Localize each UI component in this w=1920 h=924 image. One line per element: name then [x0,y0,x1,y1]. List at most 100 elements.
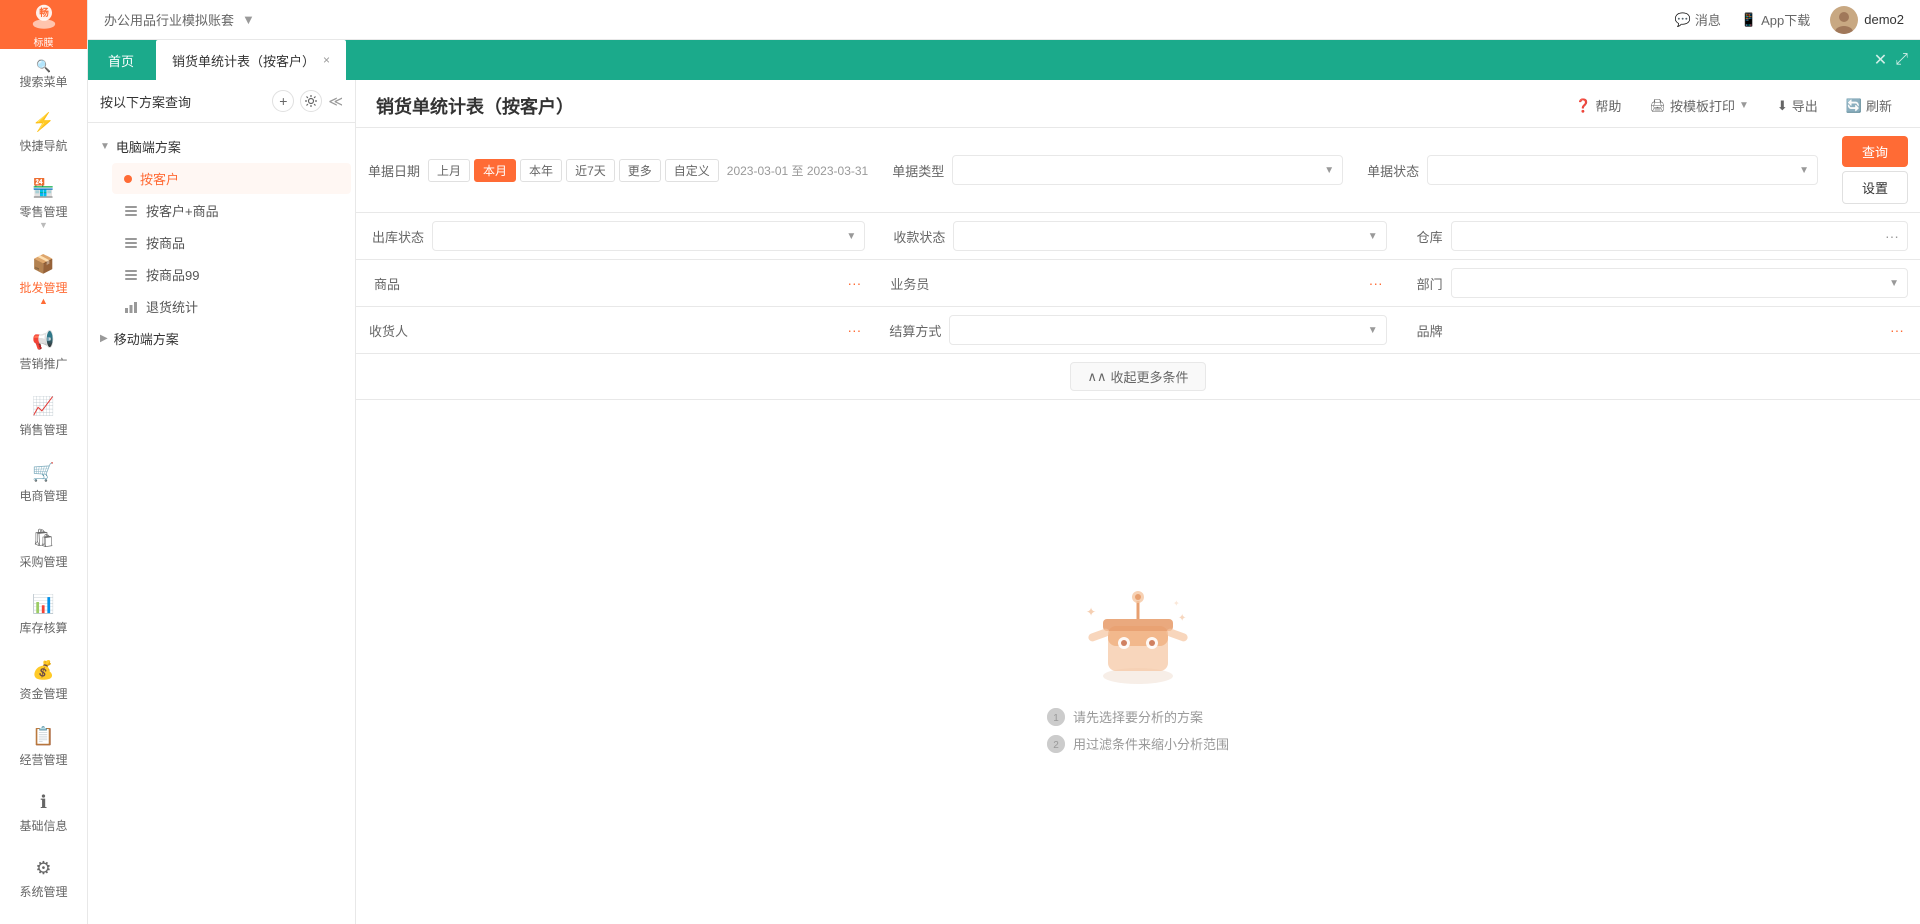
settings-btn[interactable]: 设置 [1842,171,1908,204]
salesperson-ellipsis[interactable]: ··· [1369,275,1383,291]
right-panel: 销货单统计表（按客户） ❓ 帮助 🖨 按模板打印 ▼ ⬇ 导出 [356,80,1920,924]
sidebar-item-wholesale[interactable]: 📦 批发管理 ▲ [0,242,88,318]
scheme-collapse-icon[interactable]: ≪ [328,93,343,110]
order-type-select[interactable]: ▼ [952,155,1343,185]
date-btn-this-month[interactable]: 本月 [474,159,516,182]
department-select[interactable]: ▼ [1451,268,1908,298]
warehouse-input[interactable]: ··· [1451,221,1908,251]
tip-num-1: 1 [1047,708,1065,726]
brand-input[interactable]: ··· [1451,315,1908,345]
settlement-select[interactable]: ▼ [949,315,1386,345]
empty-state: ✦ ✦ ✦ 1 请先选择要分析的方案 2 [356,400,1920,924]
quick-nav-icon: ⚡ [32,112,54,133]
main-content: 办公用品行业模拟账套 ▼ 💬 消息 📱 App下载 de [88,0,1920,924]
group-collapse-icon: ▶ [100,333,108,344]
scheme-settings-btn[interactable] [300,90,322,112]
wholesale-icon: 📦 [32,254,54,275]
sidebar-item-label-quick-nav: 快捷导航 [19,137,67,154]
sidebar-item-system[interactable]: ⚙ 系统管理 [0,846,88,912]
empty-tip-1-text: 请先选择要分析的方案 [1073,707,1203,726]
svg-text:✦: ✦ [1173,599,1180,608]
message-icon: 💬 [1675,12,1691,28]
sidebar-item-collab[interactable]: 🤝 企业协同 [0,912,88,924]
payment-status-select[interactable]: ▼ [953,221,1386,251]
sidebar-item-quick-nav[interactable]: ⚡ 快捷导航 [0,100,88,166]
page-header: 销货单统计表（按客户） ❓ 帮助 🖨 按模板打印 ▼ ⬇ 导出 [356,80,1920,128]
goods-ellipsis[interactable]: ··· [847,275,861,291]
order-status-select[interactable]: ▼ [1427,155,1818,185]
tab-active[interactable]: 销货单统计表（按客户） × [156,40,346,80]
consignee-label: 收货人 [368,321,408,340]
scheme-item-by-goods99[interactable]: 按商品99 [112,259,351,290]
sidebar-item-label-retail: 零售管理 [19,203,67,220]
goods-input[interactable]: ··· [408,268,865,298]
warehouse-cell: 仓库 ··· [1399,213,1920,259]
date-btn-last-month[interactable]: 上月 [428,159,470,182]
message-label: 消息 [1695,10,1721,29]
scheme-group-header-mobile[interactable]: ▶ 移动端方案 [88,323,355,354]
settlement-label: 结算方式 [889,321,941,340]
scheme-group-header-desktop[interactable]: ▼ 电脑端方案 [88,131,355,162]
date-btn-more[interactable]: 更多 [619,159,661,182]
logo[interactable]: 畅 标膜 [0,0,88,49]
date-btn-7days[interactable]: 近7天 [566,159,615,182]
salesperson-input[interactable]: ··· [937,268,1386,298]
date-btn-custom[interactable]: 自定义 [665,159,719,182]
sidebar-item-finance[interactable]: 💰 资金管理 [0,648,88,714]
consignee-input[interactable]: ··· [416,315,865,345]
active-dot-icon [124,175,132,183]
filter-row-3: 商品 ··· 业务员 ··· 部门 [356,260,1920,307]
sidebar-item-operations[interactable]: 📋 经营管理 [0,714,88,780]
order-type-cell: 单据类型 ▼ [880,128,1355,212]
scheme-list: ▼ 电脑端方案 按客户 按客户+商品 [88,123,355,924]
tab-close-window-btn[interactable]: ✕ [1874,50,1887,70]
collapse-btn[interactable]: ∧∧ 收起更多条件 [1070,362,1205,391]
warehouse-ellipsis[interactable]: ··· [1885,228,1899,244]
query-btn[interactable]: 查询 [1842,136,1908,167]
order-type-arrow: ▼ [1324,165,1334,176]
export-btn[interactable]: ⬇ 导出 [1769,92,1826,119]
scheme-add-btn[interactable]: + [272,90,294,112]
sidebar-item-marketing[interactable]: 📢 营销推广 [0,318,88,384]
message-btn[interactable]: 💬 消息 [1675,10,1721,29]
date-filter-cell: 单据日期 上月 本月 本年 近7天 更多 自定义 2023-03-01 至 20… [356,128,880,212]
sidebar-item-basic-info[interactable]: ℹ 基础信息 [0,780,88,846]
sidebar-item-purchase[interactable]: 🛍 采购管理 [0,516,88,582]
industry-dropdown-icon[interactable]: ▼ [242,12,255,27]
print-dropdown-icon[interactable]: ▼ [1739,100,1749,111]
tab-home[interactable]: 首页 [88,40,154,80]
outbound-status-select[interactable]: ▼ [432,221,865,251]
filter-row-4: 收货人 ··· 结算方式 ▼ 品牌 [356,307,1920,354]
app-download-btn[interactable]: 📱 App下载 [1741,10,1810,29]
scheme-group-name-mobile: 移动端方案 [114,329,179,348]
export-label: 导出 [1792,96,1818,115]
tab-maximize-btn[interactable]: ⤢ [1895,51,1908,69]
brand-ellipsis[interactable]: ··· [1890,322,1904,338]
brand-cell: 品牌 ··· [1399,307,1920,353]
industry-label: 办公用品行业模拟账套 [104,10,234,29]
user-area[interactable]: demo2 [1830,6,1904,34]
tab-close-icon[interactable]: × [323,53,330,67]
sidebar-item-search[interactable]: 🔍 搜索菜单 [0,49,88,100]
sidebar-item-retail[interactable]: 🏪 零售管理 ▼ [0,166,88,242]
sidebar-item-ecommerce[interactable]: 🛒 电商管理 [0,450,88,516]
basic-info-icon: ℹ [40,792,47,813]
collapse-up-icon: ∧∧ [1087,369,1106,385]
refresh-btn[interactable]: 🔄 刷新 [1838,92,1900,119]
marketing-icon: 📢 [32,330,54,351]
sidebar-item-inventory[interactable]: 📊 库存核算 [0,582,88,648]
scheme-item-by-customer[interactable]: 按客户 [112,163,351,194]
sidebar-item-sales[interactable]: 📈 销售管理 [0,384,88,450]
list-icon-3 [124,268,138,282]
consignee-ellipsis[interactable]: ··· [847,322,861,338]
print-btn[interactable]: 🖨 按模板打印 ▼ [1641,92,1756,119]
list-icon-2 [124,236,138,250]
scheme-item-by-customer-goods[interactable]: 按客户+商品 [112,195,351,226]
scheme-item-return-stats[interactable]: 退货统计 [112,291,351,322]
scheme-item-by-goods[interactable]: 按商品 [112,227,351,258]
help-btn[interactable]: ❓ 帮助 [1567,92,1629,119]
date-range: 2023-03-01 至 2023-03-31 [727,162,868,179]
date-btn-this-year[interactable]: 本年 [520,159,562,182]
scheme-panel: 按以下方案查询 + ≪ ▼ 电脑 [88,80,356,924]
content-area: 按以下方案查询 + ≪ ▼ 电脑 [88,80,1920,924]
